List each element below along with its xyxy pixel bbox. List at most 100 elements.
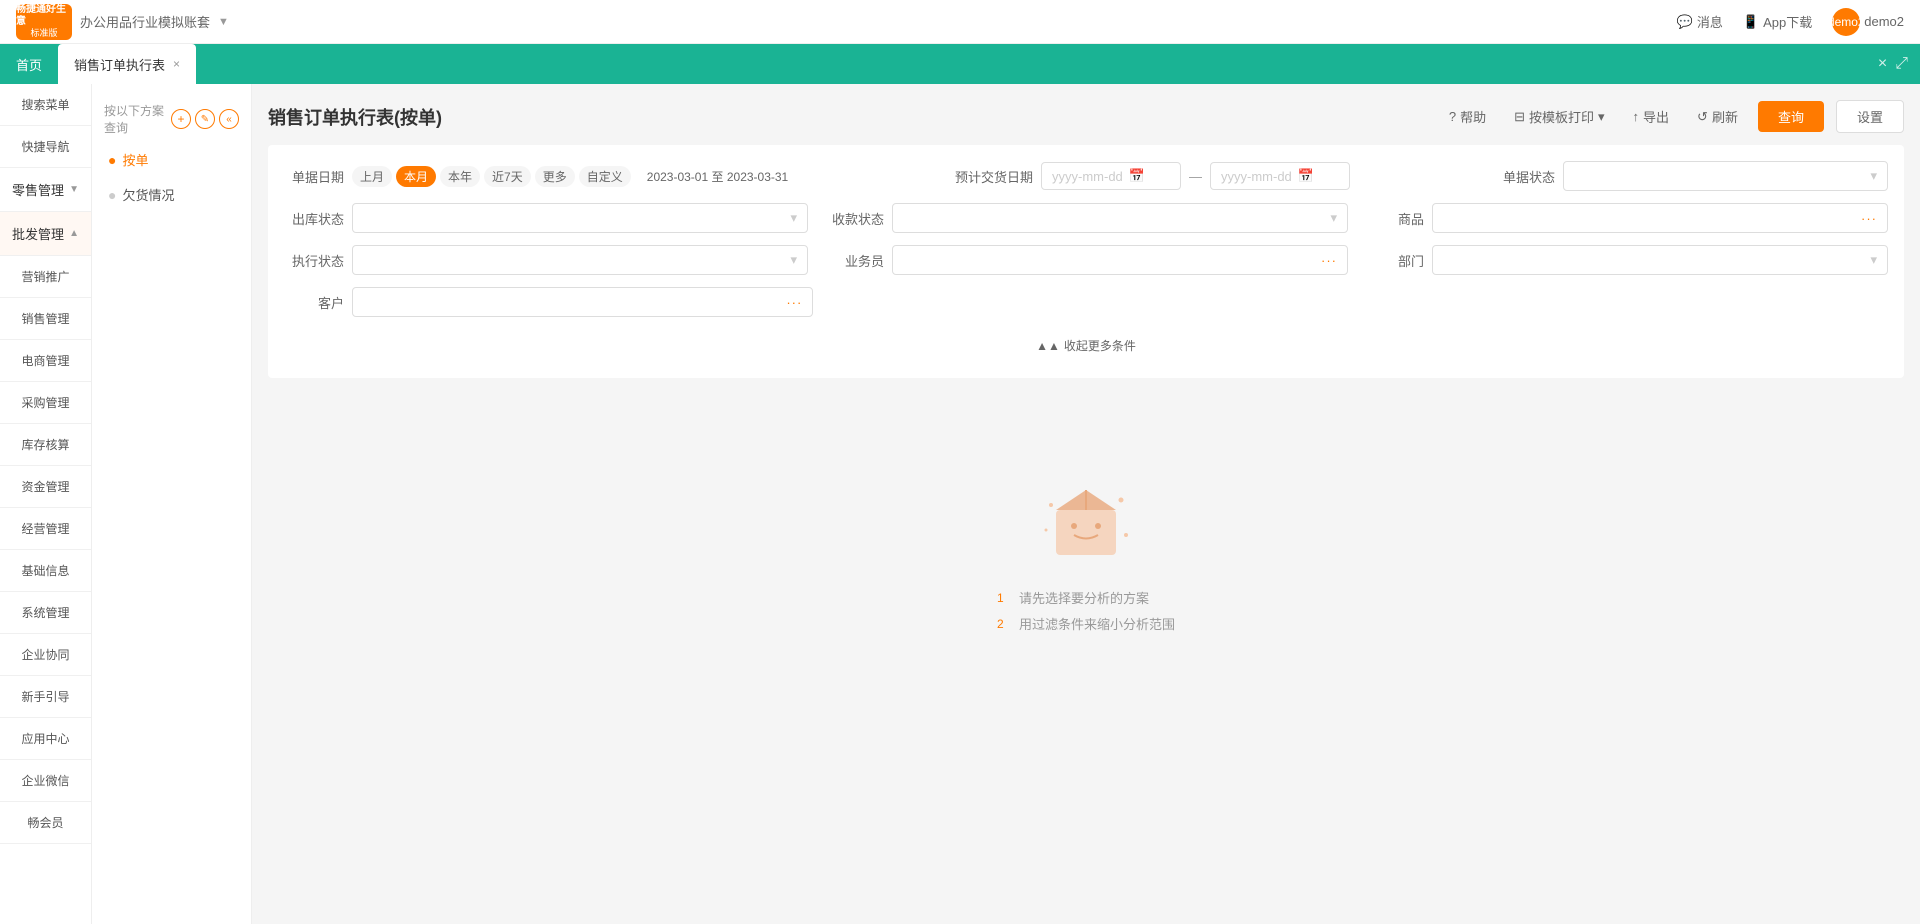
customer-label: 客户	[284, 293, 344, 312]
tab-close-window-icon[interactable]: ×	[1878, 55, 1887, 73]
sidebar-retail-label: 零售管理	[12, 180, 64, 199]
sub-menu-header: 按以下方案查询 + ✎ «	[92, 96, 251, 142]
sidebar-item-marketing[interactable]: 营销推广	[0, 256, 91, 298]
system-dropdown-icon[interactable]: ▼	[218, 16, 229, 28]
receipt-status-dropdown[interactable]: ▾	[892, 203, 1348, 233]
export-btn[interactable]: ↑ 导出	[1625, 103, 1678, 130]
date-end-display: 2023-03-31	[727, 170, 788, 184]
help-btn[interactable]: ? 帮助	[1441, 103, 1494, 130]
date-pill-more[interactable]: 更多	[535, 166, 575, 187]
refresh-btn[interactable]: ↺ 刷新	[1689, 103, 1746, 130]
sidebar-item-app-center[interactable]: 应用中心	[0, 718, 91, 760]
expected-date-start-input[interactable]: yyyy-mm-dd 📅	[1041, 162, 1181, 190]
tab-sales-order[interactable]: 销售订单执行表 ×	[58, 44, 196, 84]
sub-menu: 按以下方案查询 + ✎ « ● 按单 ● 欠货情况	[92, 84, 252, 924]
date-pill-this-month[interactable]: 本月	[396, 166, 436, 187]
sub-menu-item-debt[interactable]: ● 欠货情况	[92, 177, 251, 212]
sub-menu-debt-label: 欠货情况	[122, 185, 174, 204]
customer-picker[interactable]: ···	[352, 287, 813, 317]
exec-status-item: 执行状态 ▾	[284, 245, 808, 275]
sidebar-item-ops[interactable]: 经营管理	[0, 508, 91, 550]
app-download-btn[interactable]: 📱 App下载	[1743, 12, 1812, 31]
collapse-btn[interactable]: ▲▲ 收起更多条件	[1036, 337, 1136, 354]
settings-btn[interactable]: 设置	[1836, 100, 1904, 133]
sidebar-item-purchase[interactable]: 采购管理	[0, 382, 91, 424]
customer-dots-icon: ···	[786, 295, 802, 310]
status-dropdown[interactable]: ▾	[1563, 161, 1888, 191]
sidebar-item-corp-wechat[interactable]: 企业微信	[0, 760, 91, 802]
sidebar-item-finance[interactable]: 资金管理	[0, 466, 91, 508]
sidebar-sys-label: 系统管理	[21, 606, 69, 620]
sidebar-item-quick-nav[interactable]: 快捷导航	[0, 126, 91, 168]
tab-home[interactable]: 首页	[0, 44, 58, 84]
date-pills: 上月 本月 本年 近7天 更多 自定义	[352, 166, 631, 187]
print-caret-icon: ▾	[1598, 109, 1605, 125]
dept-dropdown[interactable]: ▾	[1432, 245, 1888, 275]
sub-menu-dot-active: ●	[108, 152, 116, 168]
dept-item: 部门 ▾	[1364, 245, 1888, 275]
filter-row-4: 客户 ···	[284, 287, 1888, 317]
app-icon: 📱	[1743, 14, 1759, 30]
tab-close-icon[interactable]: ×	[173, 57, 180, 71]
date-pill-this-year[interactable]: 本年	[440, 166, 480, 187]
sidebar-item-sales-mgmt[interactable]: 销售管理	[0, 298, 91, 340]
sub-menu-byorder-label: 按单	[122, 150, 148, 169]
sidebar-search-label: 搜索菜单	[21, 98, 69, 112]
sidebar-item-sys-mgmt[interactable]: 系统管理	[0, 592, 91, 634]
sidebar-item-wholesale-mgmt[interactable]: 批发管理 ▲	[0, 212, 91, 256]
salesperson-dots-icon: ···	[1321, 253, 1337, 268]
query-btn[interactable]: 查询	[1758, 101, 1824, 132]
exec-status-label: 执行状态	[284, 251, 344, 270]
date-pill-last-month[interactable]: 上月	[352, 166, 392, 187]
page-title: 销售订单执行表(按单)	[268, 104, 442, 130]
goods-picker[interactable]: ···	[1432, 203, 1888, 233]
sidebar-item-search-menu[interactable]: 搜索菜单	[0, 84, 91, 126]
refresh-icon: ↺	[1697, 109, 1708, 125]
expected-date-end-input[interactable]: yyyy-mm-dd 📅	[1210, 162, 1350, 190]
header-left: 畅捷通好生意 标准版 办公用品行业模拟账套 ▼	[16, 4, 229, 40]
sidebar-item-basic-info[interactable]: 基础信息	[0, 550, 91, 592]
empty-tip-1: 1 请先选择要分析的方案	[997, 586, 1175, 612]
sidebar-item-inventory[interactable]: 库存核算	[0, 424, 91, 466]
app-download-label: App下载	[1763, 12, 1812, 31]
sub-menu-item-by-order[interactable]: ● 按单	[92, 142, 251, 177]
sidebar-item-new-guide[interactable]: 新手引导	[0, 676, 91, 718]
sidebar-app-label: 应用中心	[21, 732, 69, 746]
sidebar-ecommerce-label: 电商管理	[21, 354, 69, 368]
sidebar-ops-label: 经营管理	[21, 522, 69, 536]
sub-menu-edit-btn[interactable]: ✎	[195, 109, 215, 129]
sub-menu-add-btn[interactable]: +	[171, 109, 191, 129]
user-menu[interactable]: demo2 demo2	[1832, 8, 1904, 36]
username-label: demo2	[1864, 14, 1904, 29]
collapse-row: ▲▲ 收起更多条件	[284, 329, 1888, 362]
sidebar-item-vip[interactable]: 畅会员	[0, 802, 91, 844]
filter-row-2: 出库状态 ▾ 收款状态 ▾ 商品	[284, 203, 1888, 233]
tip-text-2: 用过滤条件来缩小分析范围	[1019, 612, 1175, 638]
tab-expand-icon[interactable]: ⤢	[1895, 55, 1908, 73]
out-storage-caret-icon: ▾	[790, 210, 797, 226]
sidebar-item-corp-collab[interactable]: 企业协同	[0, 634, 91, 676]
date-pill-last7days[interactable]: 近7天	[484, 166, 531, 187]
sidebar-item-ecommerce[interactable]: 电商管理	[0, 340, 91, 382]
help-label: 帮助	[1460, 107, 1486, 126]
status-label: 单据状态	[1495, 167, 1555, 186]
tab-sales-order-label: 销售订单执行表	[74, 55, 165, 74]
sub-menu-collapse-btn[interactable]: «	[219, 109, 239, 129]
sidebar-purchase-label: 采购管理	[21, 396, 69, 410]
print-label: 按模板打印	[1529, 107, 1594, 126]
single-date-item: 单据日期 上月 本月 本年 近7天 更多 自定义 2023-03-01	[284, 166, 939, 187]
sidebar-item-retail-mgmt[interactable]: 零售管理 ▼	[0, 168, 91, 212]
collapse-up-icon: ▲▲	[1036, 339, 1060, 353]
tab-home-label: 首页	[16, 55, 42, 74]
export-icon: ↑	[1633, 109, 1640, 124]
logo-text: 畅捷通好生意	[16, 4, 72, 28]
salesperson-picker[interactable]: ···	[892, 245, 1348, 275]
sub-menu-actions: + ✎ «	[171, 109, 239, 129]
message-btn[interactable]: 💬 消息	[1677, 12, 1723, 31]
exec-status-dropdown[interactable]: ▾	[352, 245, 808, 275]
date-pill-custom[interactable]: 自定义	[579, 166, 631, 187]
sub-menu-section-label: 按以下方案查询	[104, 102, 171, 136]
template-print-btn[interactable]: ⊟ 按模板打印 ▾	[1506, 103, 1612, 130]
dept-caret-icon: ▾	[1870, 252, 1877, 268]
out-storage-dropdown[interactable]: ▾	[352, 203, 808, 233]
